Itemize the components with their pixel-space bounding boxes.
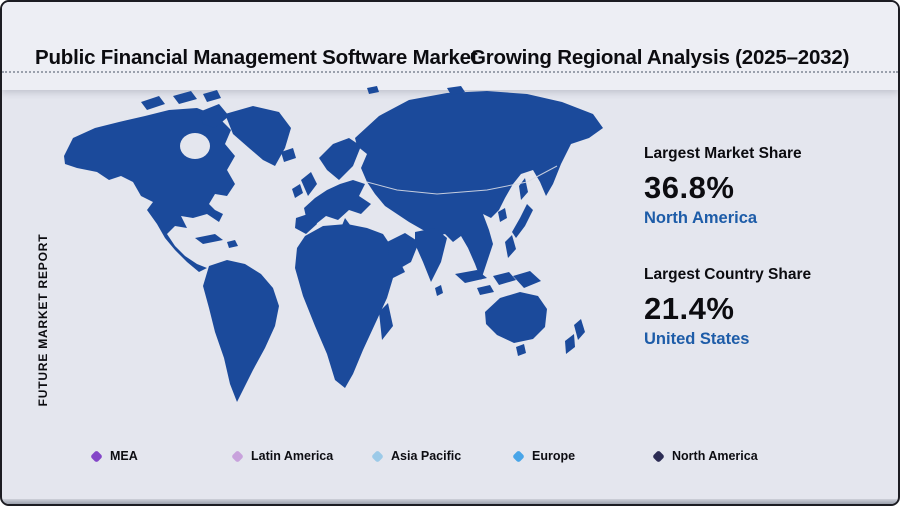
arctic-island <box>203 90 221 102</box>
world-map-landmass <box>64 86 603 402</box>
sri-lanka <box>435 285 443 296</box>
legend-item-mea: MEA <box>90 448 138 464</box>
scandinavia <box>319 138 361 180</box>
continent-north-america <box>64 108 235 272</box>
legend-swatch-mea-icon <box>90 449 103 463</box>
infographic-frame: Public Financial Management Software Mar… <box>0 0 900 506</box>
legend-item-latin-america: Latin America <box>231 448 334 464</box>
legend-item-europe: Europe <box>512 448 576 464</box>
page-title-part2: Growing Regional Analysis (2025–2032) <box>470 46 850 69</box>
arctic-island <box>141 96 165 110</box>
new-guinea <box>513 271 541 288</box>
stat-market-share-region: North America <box>644 209 758 227</box>
legend-swatch-asia-pacific-icon <box>371 449 384 463</box>
philippines <box>505 235 516 258</box>
stat-country-share-region: United States <box>644 330 750 348</box>
dotted-divider <box>2 71 898 73</box>
korea <box>498 208 507 222</box>
legend-swatch-europe-icon <box>512 449 525 463</box>
legend-label-asia-pacific: Asia Pacific <box>391 449 462 463</box>
united-kingdom <box>301 172 317 196</box>
sakhalin <box>519 178 528 200</box>
bottom-edge-shadow <box>2 499 898 504</box>
world-map <box>57 86 637 438</box>
legend-item-north-america: North America <box>652 448 758 464</box>
stat-market-share-label: Largest Market Share <box>644 145 802 162</box>
indonesia-island <box>477 285 494 295</box>
legend-swatch-latin-america-icon <box>231 449 244 463</box>
ireland <box>292 184 303 198</box>
continent-australia <box>485 292 547 343</box>
world-map-svg <box>64 86 603 402</box>
svalbard <box>367 86 379 94</box>
cuba-island <box>195 234 223 244</box>
new-zealand-south <box>565 334 575 354</box>
legend-label-europe: Europe <box>532 449 576 463</box>
arctic-island <box>173 91 197 104</box>
header-band: Public Financial Management Software Mar… <box>2 2 898 90</box>
stat-country-share-label: Largest Country Share <box>644 266 812 283</box>
legend-label-north-america: North America <box>672 449 758 463</box>
stat-market-share-value: 36.8% <box>644 170 735 205</box>
india <box>415 228 447 282</box>
legend-item-asia-pacific: Asia Pacific <box>371 448 462 464</box>
tasmania <box>516 344 526 356</box>
greenland <box>225 106 291 166</box>
stat-country-share-value: 21.4% <box>644 291 735 326</box>
hudson-bay <box>180 133 210 159</box>
page-title-part1: Public Financial Management Software Mar… <box>35 46 478 69</box>
brand-vertical-text: FUTURE MARKET REPORT <box>36 233 50 407</box>
japan <box>512 204 533 238</box>
hispaniola-island <box>227 240 238 248</box>
legend-label-mea: MEA <box>110 449 138 463</box>
legend-swatch-north-america-icon <box>652 449 665 463</box>
legend-label-latin-america: Latin America <box>251 449 334 463</box>
indonesia-island <box>493 272 516 285</box>
continent-south-america <box>203 260 279 402</box>
new-zealand-north <box>574 319 585 340</box>
